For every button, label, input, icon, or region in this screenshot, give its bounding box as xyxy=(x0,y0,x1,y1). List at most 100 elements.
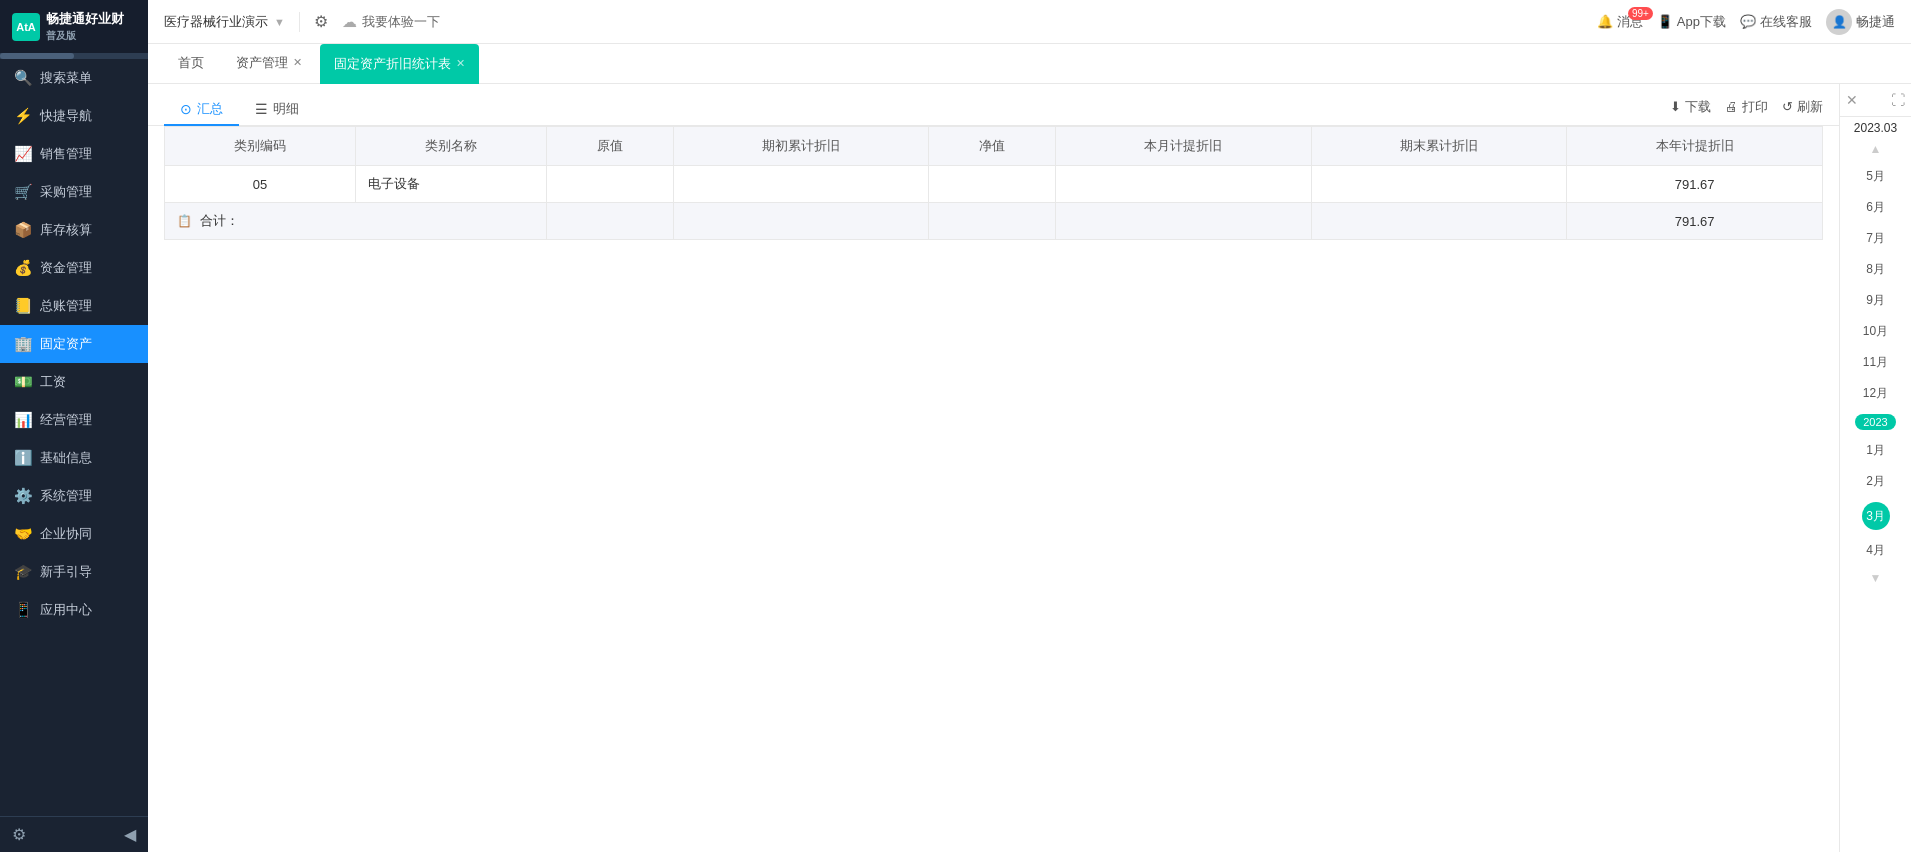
table-wrap: 类别编码 类别名称 原值 期初累计折旧 净值 本月计提折旧 期末累计折旧 本年计… xyxy=(148,126,1839,852)
date-item-2023-4[interactable]: 4月 xyxy=(1840,535,1911,566)
tab-home[interactable]: 首页 xyxy=(164,44,218,84)
user-menu[interactable]: 👤 畅捷通 xyxy=(1826,9,1895,35)
trial-button[interactable]: ☁ 我要体验一下 xyxy=(342,13,440,31)
notification-badge: 99+ xyxy=(1628,7,1653,20)
quick-nav-icon: ⚡ xyxy=(14,107,32,125)
summary-original xyxy=(547,203,674,240)
app-download-label: App下载 xyxy=(1677,13,1726,31)
sidebar-item-fixed-assets[interactable]: 🏢 固定资产 xyxy=(0,325,148,363)
sidebar-item-basic-info[interactable]: ℹ️ 基础信息 xyxy=(0,439,148,477)
refresh-icon: ↺ xyxy=(1782,99,1793,114)
print-icon: 🖨 xyxy=(1725,99,1738,114)
collapse-icon[interactable]: ◀ xyxy=(124,825,136,844)
payroll-icon: 💵 xyxy=(14,373,32,391)
date-item-7[interactable]: 7月 xyxy=(1840,223,1911,254)
col-name: 类别名称 xyxy=(356,127,547,166)
sidebar-item-guide[interactable]: 🎓 新手引导 xyxy=(0,553,148,591)
gear-icon[interactable]: ⚙ xyxy=(314,12,328,31)
sidebar-item-system[interactable]: ⚙️ 系统管理 xyxy=(0,477,148,515)
settings-icon[interactable]: ⚙ xyxy=(12,825,26,844)
sidebar-item-payroll[interactable]: 💵 工资 xyxy=(0,363,148,401)
print-button[interactable]: 🖨 打印 xyxy=(1725,98,1768,116)
table-toolbar: ⬇ 下载 🖨 打印 ↺ 刷新 xyxy=(1670,98,1823,122)
app-subtitle: 普及版 xyxy=(46,29,124,43)
sidebar-item-label: 销售管理 xyxy=(40,145,92,163)
search-icon: 🔍 xyxy=(14,69,32,87)
guide-icon: 🎓 xyxy=(14,563,32,581)
sidebar-item-purchase[interactable]: 🛒 采购管理 xyxy=(0,173,148,211)
sidebar-item-funds[interactable]: 💰 资金管理 xyxy=(0,249,148,287)
col-end-accum: 期末累计折旧 xyxy=(1311,127,1567,166)
date-item-9[interactable]: 9月 xyxy=(1840,285,1911,316)
service-icon: 💬 xyxy=(1740,14,1756,29)
sidebar-item-label: 企业协同 xyxy=(40,525,92,543)
sidebar-item-label: 系统管理 xyxy=(40,487,92,505)
scroll-down-arrow[interactable]: ▼ xyxy=(1868,569,1884,587)
sidebar-item-label: 固定资产 xyxy=(40,335,92,353)
panel-expand-button[interactable]: ⛶ xyxy=(1891,92,1905,108)
sub-tab-summary[interactable]: ⊙ 汇总 xyxy=(164,94,239,126)
close-icon[interactable]: ✕ xyxy=(456,57,465,70)
ledger-icon: 📒 xyxy=(14,297,32,315)
dropdown-icon: ▼ xyxy=(274,16,285,28)
download-label: 下载 xyxy=(1685,98,1711,116)
sub-tab-detail[interactable]: ☰ 明细 xyxy=(239,94,315,126)
summary-begin-accum xyxy=(673,203,929,240)
date-item-11[interactable]: 11月 xyxy=(1840,347,1911,378)
col-code: 类别编码 xyxy=(165,127,356,166)
close-icon[interactable]: ✕ xyxy=(293,56,302,69)
sidebar-item-operations[interactable]: 📊 经营管理 xyxy=(0,401,148,439)
refresh-button[interactable]: ↺ 刷新 xyxy=(1782,98,1823,116)
tab-asset-manage[interactable]: 资产管理 ✕ xyxy=(222,44,316,84)
sidebar-item-enterprise[interactable]: 🤝 企业协同 xyxy=(0,515,148,553)
summary-month-depreciation xyxy=(1056,203,1312,240)
app-download-button[interactable]: 📱 App下载 xyxy=(1657,13,1726,31)
date-item-2023-1[interactable]: 1月 xyxy=(1840,435,1911,466)
date-item-2023-3-selected[interactable]: 3月 xyxy=(1862,502,1890,530)
cell-year-depreciation: 791.67 xyxy=(1567,166,1823,203)
cell-end-accum xyxy=(1311,166,1567,203)
download-icon: 📱 xyxy=(1657,14,1673,29)
table-row: 05 电子设备 791.67 xyxy=(165,166,1823,203)
date-item-5[interactable]: 5月 xyxy=(1840,161,1911,192)
year-2023-badge[interactable]: 2023 xyxy=(1855,414,1895,430)
sidebar-item-ledger[interactable]: 📒 总账管理 xyxy=(0,287,148,325)
sidebar-item-label: 搜索菜单 xyxy=(40,69,92,87)
date-panel-title: 2023.03 xyxy=(1840,117,1911,137)
notification-button[interactable]: 🔔 消息 99+ xyxy=(1597,13,1643,31)
date-item-8[interactable]: 8月 xyxy=(1840,254,1911,285)
funds-icon: 💰 xyxy=(14,259,32,277)
scroll-up-arrow[interactable]: ▲ xyxy=(1868,140,1884,158)
operations-icon: 📊 xyxy=(14,411,32,429)
home-tab-label: 首页 xyxy=(178,54,204,72)
tab-fixed-depreciation[interactable]: 固定资产折旧统计表 ✕ xyxy=(320,44,479,84)
summary-label: 📋 合计： xyxy=(165,203,547,240)
tabs-bar: 首页 资产管理 ✕ 固定资产折旧统计表 ✕ xyxy=(148,44,1911,84)
detail-tab-label: 明细 xyxy=(273,100,299,118)
sidebar-item-sales[interactable]: 📈 销售管理 xyxy=(0,135,148,173)
sidebar-item-quick-nav[interactable]: ⚡ 快捷导航 xyxy=(0,97,148,135)
summary-tab-label: 汇总 xyxy=(197,100,223,118)
sidebar-item-app-center[interactable]: 📱 应用中心 xyxy=(0,591,148,629)
download-button[interactable]: ⬇ 下载 xyxy=(1670,98,1711,116)
panel-close-button[interactable]: ✕ xyxy=(1846,92,1858,108)
date-item-2023-2[interactable]: 2月 xyxy=(1840,466,1911,497)
sidebar-item-label: 总账管理 xyxy=(40,297,92,315)
sidebar-footer: ⚙ ◀ xyxy=(0,816,148,852)
sidebar-item-search[interactable]: 🔍 搜索菜单 xyxy=(0,59,148,97)
refresh-label: 刷新 xyxy=(1797,98,1823,116)
date-item-10[interactable]: 10月 xyxy=(1840,316,1911,347)
date-item-12[interactable]: 12月 xyxy=(1840,378,1911,409)
sidebar-item-label: 资金管理 xyxy=(40,259,92,277)
company-selector[interactable]: 医疗器械行业演示 ▼ xyxy=(164,13,285,31)
summary-row: 📋 合计： 791.67 xyxy=(165,203,1823,240)
sidebar-item-label: 应用中心 xyxy=(40,601,92,619)
cell-month-depreciation xyxy=(1056,166,1312,203)
sidebar-item-label: 采购管理 xyxy=(40,183,92,201)
trial-label: 我要体验一下 xyxy=(362,13,440,31)
detail-icon: ☰ xyxy=(255,101,268,117)
sidebar-item-inventory[interactable]: 📦 库存核算 xyxy=(0,211,148,249)
customer-service-button[interactable]: 💬 在线客服 xyxy=(1740,13,1812,31)
date-item-6[interactable]: 6月 xyxy=(1840,192,1911,223)
sales-icon: 📈 xyxy=(14,145,32,163)
